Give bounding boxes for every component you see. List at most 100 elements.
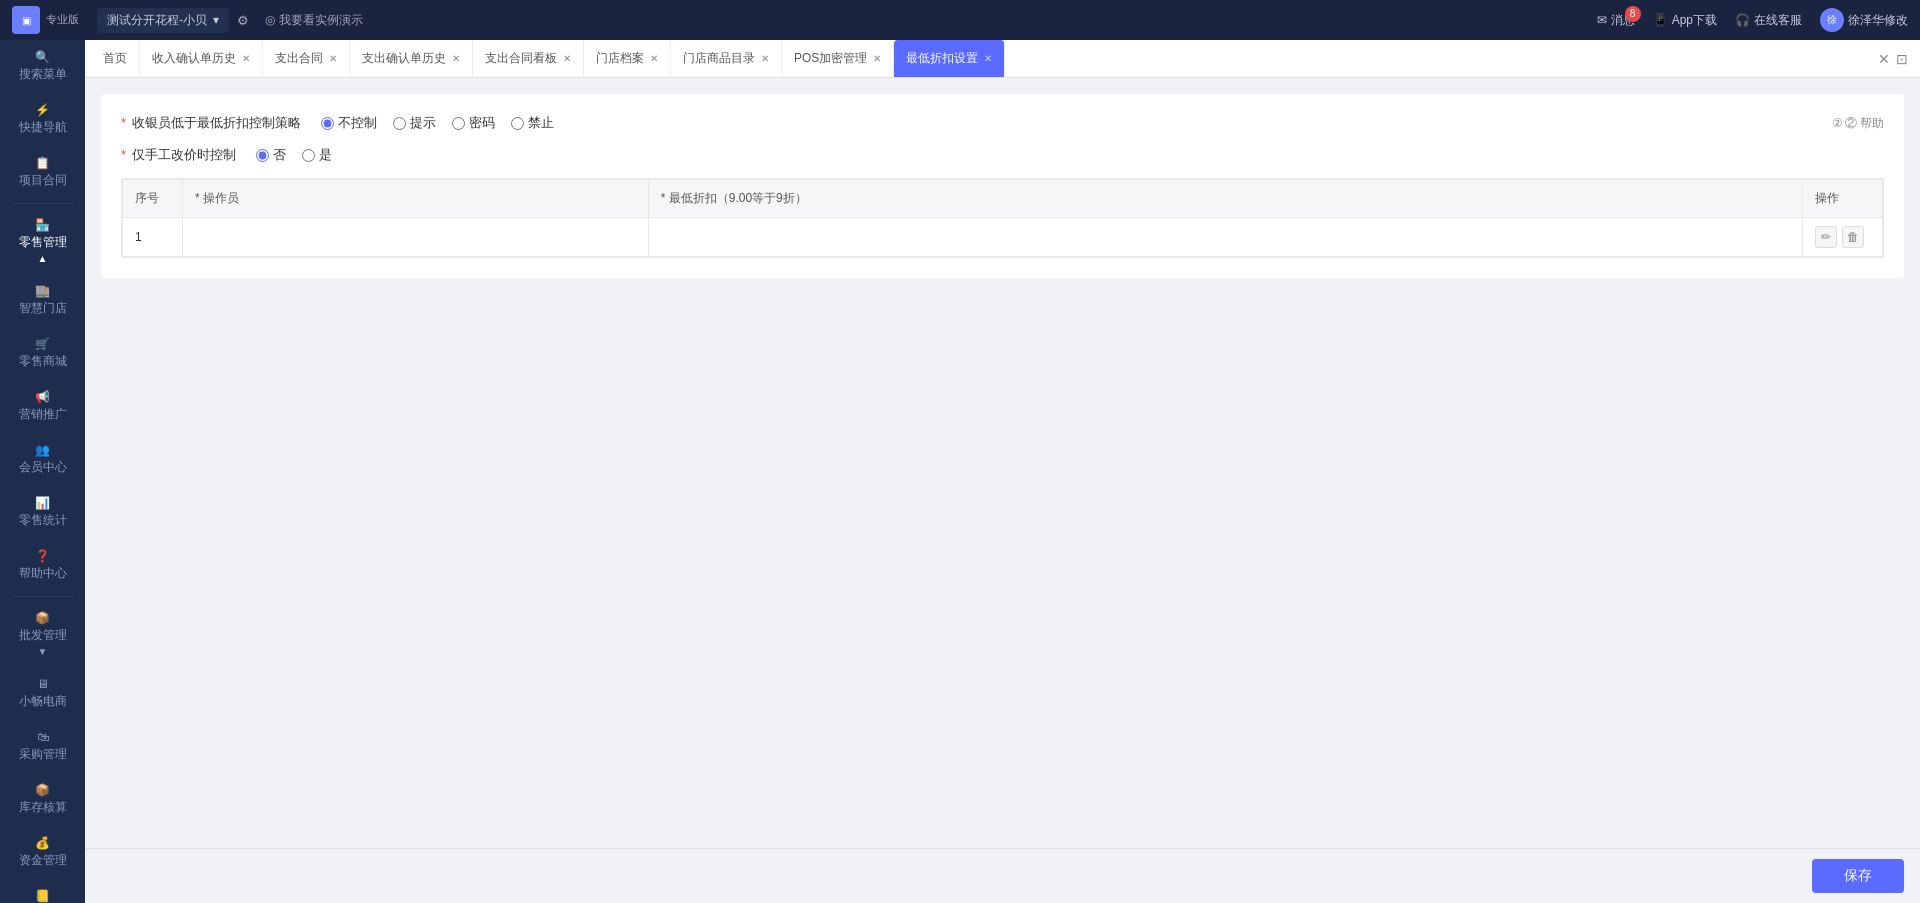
inventory-icon: 📦: [35, 783, 50, 797]
sidebar-item-label: 搜索菜单: [19, 66, 67, 83]
sidebar-item-retail-stats[interactable]: 📊 零售统计: [0, 486, 85, 539]
tab-close-icon[interactable]: ✕: [761, 53, 769, 64]
tab-close-icon[interactable]: ✕: [563, 53, 571, 64]
tab-pos-manage[interactable]: POS加密管理 ✕: [782, 40, 894, 78]
sidebar-item-label: 会员中心: [19, 459, 67, 476]
message-badge: 8: [1625, 6, 1641, 22]
demo-link[interactable]: ◎ 我要看实例演示: [265, 12, 363, 29]
tab-min-discount[interactable]: 最低折扣设置 ✕: [894, 40, 1005, 78]
tab-income-confirm[interactable]: 收入确认单历史 ✕: [140, 40, 263, 78]
expand-icon: ▼: [38, 646, 48, 657]
sidebar-item-retail-manage[interactable]: 🏪 零售管理 ▲: [0, 208, 85, 274]
sidebar-item-help-center[interactable]: ❓ 帮助中心: [0, 539, 85, 592]
table-row: 1 ✏ 🗑: [123, 218, 1883, 257]
tab-close-icon[interactable]: ✕: [650, 53, 658, 64]
search-icon: 🔍: [35, 50, 50, 64]
sidebar-item-label: 资金管理: [19, 852, 67, 869]
tab-label: 支出确认单历史: [362, 50, 446, 67]
save-button[interactable]: 保存: [1812, 859, 1904, 893]
form-row-discount-policy: * 收银员低于最低折扣控制策略 不控制 提示: [121, 114, 1884, 132]
radio-forbidden[interactable]: 禁止: [511, 114, 554, 132]
close-tab-icon[interactable]: ✕: [1878, 51, 1890, 67]
manual-options: 否 是: [256, 146, 332, 164]
delete-btn[interactable]: 🗑: [1842, 226, 1864, 248]
help-text: ② 帮助: [1845, 115, 1884, 132]
cell-seq: 1: [123, 218, 183, 257]
tab-store-products[interactable]: 门店商品目录 ✕: [671, 40, 782, 78]
cell-min-discount[interactable]: [648, 218, 1802, 257]
online-service-label: 在线客服: [1754, 12, 1802, 29]
tab-label: 收入确认单历史: [152, 50, 236, 67]
discount-table: 序号 * 操作员 * 最低折扣（9.00等于9折） 操作 1: [122, 179, 1883, 257]
radio-label: 禁止: [528, 114, 554, 132]
radio-label: 密码: [469, 114, 495, 132]
ledger-icon: 📒: [35, 889, 50, 903]
edit-btn[interactable]: ✏: [1815, 226, 1837, 248]
user-menu[interactable]: 徐 徐泽华修改: [1820, 8, 1908, 32]
sidebar-item-label: 项目合同: [19, 172, 67, 189]
message-icon: ✉: [1597, 13, 1607, 27]
required-star: *: [121, 147, 126, 162]
tab-pay-confirm[interactable]: 支出确认单历史 ✕: [350, 40, 473, 78]
radio-no-control[interactable]: 不控制: [321, 114, 377, 132]
tab-close-icon[interactable]: ✕: [242, 53, 250, 64]
contract-icon: 📋: [35, 156, 50, 170]
sidebar-item-search[interactable]: 🔍 搜索菜单: [0, 40, 85, 93]
sidebar-item-ecommerce[interactable]: 🖥 小畅电商: [0, 667, 85, 720]
online-service-btn[interactable]: 🎧 在线客服: [1735, 12, 1802, 29]
tab-close-icon[interactable]: ✕: [873, 53, 881, 64]
sidebar-item-shortcut[interactable]: ⚡ 快捷导航: [0, 93, 85, 146]
sidebar: 🔍 搜索菜单 ⚡ 快捷导航 📋 项目合同 🏪 零售管理 ▲ 🏬 智慧门店 🛒 零…: [0, 40, 85, 903]
radio-prompt[interactable]: 提示: [393, 114, 436, 132]
tab-pay-board[interactable]: 支出合同看板 ✕: [473, 40, 584, 78]
mall-icon: 🛒: [35, 337, 50, 351]
required-star: *: [121, 115, 126, 130]
sidebar-item-marketing[interactable]: 📢 营销推广: [0, 380, 85, 433]
tab-pay-contract[interactable]: 支出合同 ✕: [263, 40, 350, 78]
discount-policy-options: 不控制 提示 密码 禁止: [321, 114, 554, 132]
topbar-right: ✉ 消息 8 📱 App下载 🎧 在线客服 徐 徐泽华修改: [1597, 8, 1908, 32]
finance-icon: 💰: [35, 836, 50, 850]
sidebar-item-smart-store[interactable]: 🏬 智慧门店: [0, 274, 85, 327]
maximize-icon[interactable]: ⊡: [1896, 51, 1908, 67]
retail-icon: 🏪: [35, 218, 50, 232]
tab-bar: 首页 收入确认单历史 ✕ 支出合同 ✕ 支出确认单历史 ✕ 支出合同看板 ✕ 门…: [85, 40, 1920, 78]
tab-close-icon[interactable]: ✕: [452, 53, 460, 64]
tab-bar-actions: ✕ ⊡: [1872, 51, 1914, 67]
tab-label: 最低折扣设置: [906, 50, 978, 67]
tab-close-icon[interactable]: ✕: [984, 53, 992, 64]
sidebar-item-ledger[interactable]: 📒 总账管理: [0, 879, 85, 903]
app-download-btn[interactable]: 📱 App下载: [1653, 12, 1717, 29]
topbar: ▣ 专业版 测试分开花程-小贝 ▾ ⚙ ◎ 我要看实例演示 ✉ 消息 8 📱 A…: [0, 0, 1920, 40]
page-content: * 收银员低于最低折扣控制策略 不控制 提示: [85, 78, 1920, 848]
sidebar-item-label: 库存核算: [19, 799, 67, 816]
sidebar-item-inventory[interactable]: 📦 库存核算: [0, 773, 85, 826]
tab-home[interactable]: 首页: [91, 40, 140, 78]
sidebar-item-label: 快捷导航: [19, 119, 67, 136]
settings-icon[interactable]: ⚙: [237, 13, 249, 28]
content-area: 首页 收入确认单历史 ✕ 支出合同 ✕ 支出确认单历史 ✕ 支出合同看板 ✕ 门…: [85, 40, 1920, 903]
sidebar-item-finance[interactable]: 💰 资金管理: [0, 826, 85, 879]
sidebar-item-project-contract[interactable]: 📋 项目合同: [0, 146, 85, 199]
sidebar-item-member-center[interactable]: 👥 会员中心: [0, 433, 85, 486]
radio-no[interactable]: 否: [256, 146, 286, 164]
sidebar-item-label: 零售管理: [19, 234, 67, 251]
sidebar-item-purchase[interactable]: 🛍 采购管理: [0, 720, 85, 773]
dropdown-arrow-icon: ▾: [213, 13, 219, 27]
marketing-icon: 📢: [35, 390, 50, 404]
radio-password[interactable]: 密码: [452, 114, 495, 132]
member-icon: 👥: [35, 443, 50, 457]
sidebar-item-batch-manage[interactable]: 📦 批发管理 ▼: [0, 601, 85, 667]
radio-label: 是: [319, 146, 332, 164]
message-btn[interactable]: ✉ 消息 8: [1597, 12, 1635, 29]
cell-operator[interactable]: [183, 218, 649, 257]
tab-close-icon[interactable]: ✕: [329, 53, 337, 64]
project-selector[interactable]: 测试分开花程-小贝 ▾: [97, 8, 229, 33]
tab-store-file[interactable]: 门店档案 ✕: [584, 40, 671, 78]
tab-label: 门店商品目录: [683, 50, 755, 67]
sidebar-item-label: 智慧门店: [19, 300, 67, 317]
radio-yes[interactable]: 是: [302, 146, 332, 164]
radio-label: 不控制: [338, 114, 377, 132]
sidebar-item-retail-mall[interactable]: 🛒 零售商城: [0, 327, 85, 380]
help-link[interactable]: ② ② 帮助: [1832, 115, 1884, 132]
